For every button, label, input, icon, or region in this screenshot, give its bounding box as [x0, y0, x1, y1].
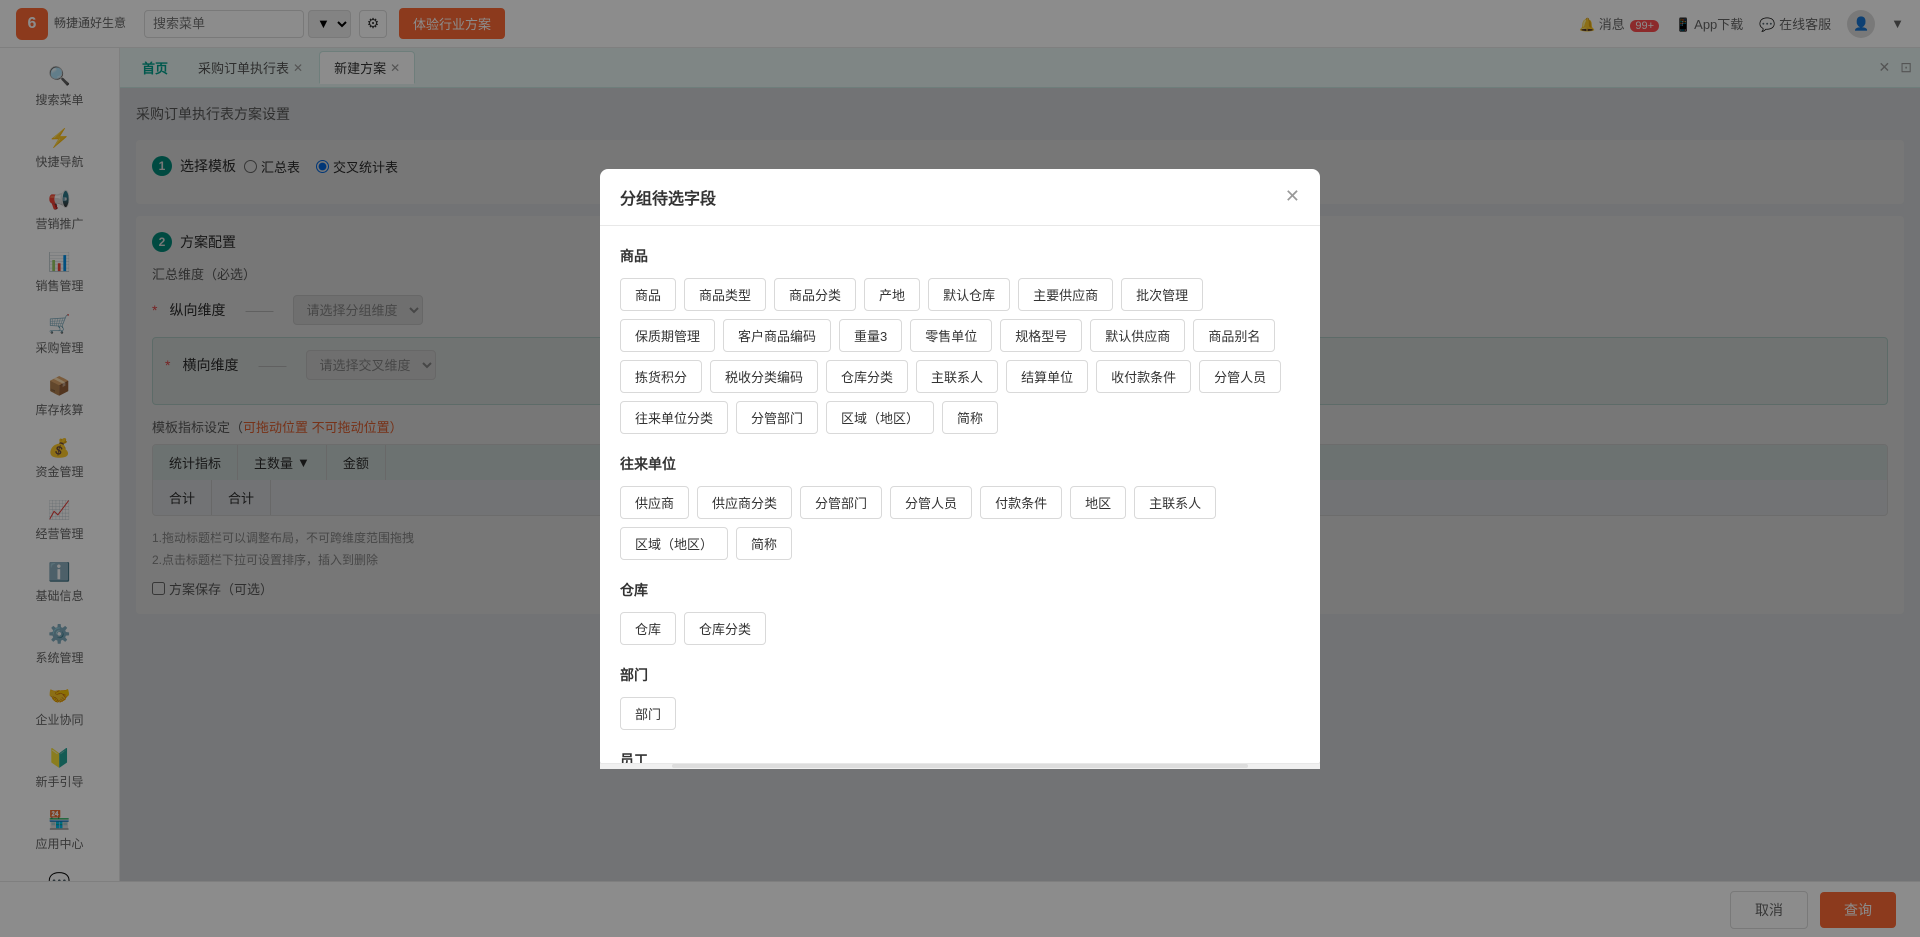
field-tag-settlement-unit[interactable]: 结算单位	[1006, 360, 1088, 393]
employee-section: 员工 业务员	[620, 750, 1300, 763]
dept-section: 部门 部门	[620, 665, 1300, 730]
field-tag-area[interactable]: 地区	[1070, 486, 1126, 519]
field-tag-sup-abbrev[interactable]: 简称	[736, 527, 792, 560]
field-tag-payment-terms[interactable]: 收付款条件	[1096, 360, 1191, 393]
goods-section-title: 商品	[620, 246, 1300, 266]
field-tag-batch-mgmt[interactable]: 批次管理	[1121, 278, 1203, 311]
field-tag-warehouse-cat[interactable]: 仓库分类	[684, 612, 766, 645]
field-tag-main-supplier[interactable]: 主要供应商	[1018, 278, 1113, 311]
goods-field-tags: 商品 商品类型 商品分类 产地 默认仓库 主要供应商 批次管理 保质期管理 客户…	[620, 278, 1300, 434]
modal-hscroll-thumb	[672, 764, 1248, 768]
counterpart-section-title: 往来单位	[620, 454, 1300, 474]
field-tag-customer-code[interactable]: 客户商品编码	[723, 319, 831, 352]
goods-section: 商品 商品 商品类型 商品分类 产地 默认仓库 主要供应商 批次管理 保质期管理…	[620, 246, 1300, 434]
field-tag-default-supplier[interactable]: 默认供应商	[1090, 319, 1185, 352]
field-tag-sup-manager[interactable]: 分管人员	[890, 486, 972, 519]
warehouse-section-title: 仓库	[620, 580, 1300, 600]
dept-field-tags: 部门	[620, 697, 1300, 730]
modal-title: 分组待选字段	[620, 185, 716, 209]
field-tag-supplier-category[interactable]: 供应商分类	[697, 486, 792, 519]
field-tag-warehouse[interactable]: 仓库	[620, 612, 676, 645]
modal-close-button[interactable]: ✕	[1285, 186, 1300, 207]
field-tag-main-contact[interactable]: 主联系人	[916, 360, 998, 393]
warehouse-field-tags: 仓库 仓库分类	[620, 612, 1300, 645]
warehouse-section: 仓库 仓库 仓库分类	[620, 580, 1300, 645]
field-tag-abbrev[interactable]: 简称	[942, 401, 998, 434]
employee-section-title: 员工	[620, 750, 1300, 763]
field-selection-modal: 分组待选字段 ✕ 商品 商品 商品类型 商品分类 产地 默认仓库 主要供应商 批…	[600, 169, 1320, 769]
modal-header: 分组待选字段 ✕	[600, 169, 1320, 226]
field-tag-payment-cond[interactable]: 付款条件	[980, 486, 1062, 519]
field-tag-default-warehouse[interactable]: 默认仓库	[928, 278, 1010, 311]
field-tag-dept[interactable]: 部门	[620, 697, 676, 730]
field-tag-tax-code[interactable]: 税收分类编码	[710, 360, 818, 393]
field-tag-sup-region[interactable]: 区域（地区）	[620, 527, 728, 560]
field-tag-manager[interactable]: 分管人员	[1199, 360, 1281, 393]
modal-overlay: 分组待选字段 ✕ 商品 商品 商品类型 商品分类 产地 默认仓库 主要供应商 批…	[0, 0, 1920, 937]
field-tag-goods[interactable]: 商品	[620, 278, 676, 311]
field-tag-origin[interactable]: 产地	[864, 278, 920, 311]
field-tag-pick-points[interactable]: 拣货积分	[620, 360, 702, 393]
field-tag-supplier[interactable]: 供应商	[620, 486, 689, 519]
field-tag-sup-contact[interactable]: 主联系人	[1134, 486, 1216, 519]
modal-body[interactable]: 商品 商品 商品类型 商品分类 产地 默认仓库 主要供应商 批次管理 保质期管理…	[600, 226, 1320, 763]
field-tag-managed-dept[interactable]: 分管部门	[736, 401, 818, 434]
field-tag-sup-dept[interactable]: 分管部门	[800, 486, 882, 519]
field-tag-region[interactable]: 区域（地区）	[826, 401, 934, 434]
field-tag-spec-model[interactable]: 规格型号	[1000, 319, 1082, 352]
counterpart-field-tags: 供应商 供应商分类 分管部门 分管人员 付款条件 地区 主联系人 区域（地区） …	[620, 486, 1300, 560]
field-tag-goods-category[interactable]: 商品分类	[774, 278, 856, 311]
counterpart-section: 往来单位 供应商 供应商分类 分管部门 分管人员 付款条件 地区 主联系人 区域…	[620, 454, 1300, 560]
field-tag-retail-unit[interactable]: 零售单位	[910, 319, 992, 352]
field-tag-counterpart-category[interactable]: 往来单位分类	[620, 401, 728, 434]
dept-section-title: 部门	[620, 665, 1300, 685]
field-tag-goods-type[interactable]: 商品类型	[684, 278, 766, 311]
field-tag-goods-alias[interactable]: 商品别名	[1193, 319, 1275, 352]
field-tag-shelf-life[interactable]: 保质期管理	[620, 319, 715, 352]
field-tag-weight[interactable]: 重量3	[839, 319, 902, 352]
field-tag-warehouse-category[interactable]: 仓库分类	[826, 360, 908, 393]
modal-horizontal-scrollbar[interactable]	[600, 763, 1320, 769]
